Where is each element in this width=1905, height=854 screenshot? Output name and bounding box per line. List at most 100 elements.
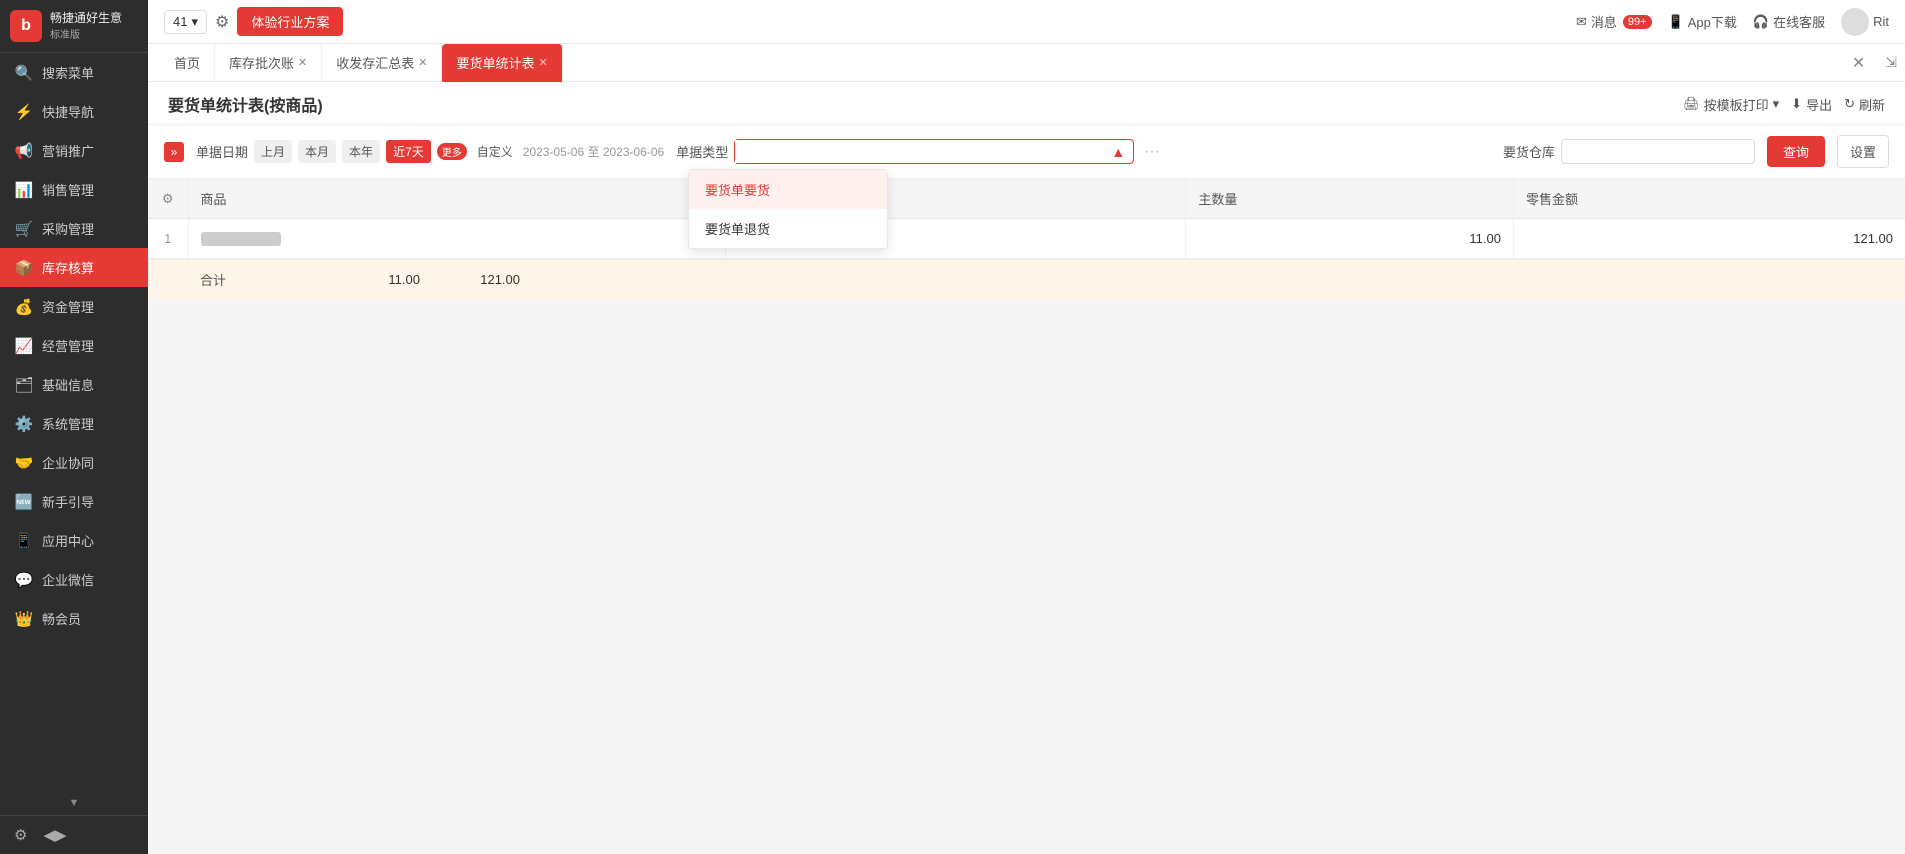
refresh-label: 刷新 [1859, 95, 1885, 114]
sidebar: b 畅捷通好生意 标准版 🔍 搜索菜单 ⚡ 快捷导航 📢 营销推广 📊 销售管理… [0, 0, 148, 854]
tabs-expand-icon[interactable]: ⇲ [1877, 54, 1905, 71]
online-service-btn[interactable]: 🎧 在线客服 [1753, 12, 1825, 31]
inventory-icon: 📦 [14, 259, 34, 277]
dropdown-item-yh-order[interactable]: 要货单要货 [689, 170, 887, 209]
sidebar-item-quick-nav[interactable]: ⚡ 快捷导航 [0, 92, 148, 131]
dropdown-item-yh-return[interactable]: 要货单退货 [689, 209, 887, 248]
main-area: 41 ▾ ⚙ 体验行业方案 ✉ 消息 99+ 📱 App下载 🎧 在线客服 R [148, 0, 1905, 854]
notification-badge: 99+ [1623, 15, 1652, 29]
sidebar-item-sales[interactable]: 📊 销售管理 [0, 170, 148, 209]
user-name: Rit [1873, 14, 1889, 29]
template-print-btn[interactable]: 🖨 按模板打印 ▾ [1683, 95, 1779, 114]
sidebar-item-search[interactable]: 🔍 搜索菜单 [0, 53, 148, 92]
notification-btn[interactable]: ✉ 消息 99+ [1576, 12, 1652, 31]
cell-seq: 1 [148, 219, 188, 259]
wechat-icon: 💬 [14, 571, 34, 589]
cell-product [188, 219, 725, 259]
logo-icon: b [10, 10, 42, 42]
refresh-btn[interactable]: ↻ 刷新 [1844, 95, 1885, 114]
tab-batch-label: 库存批次账 [229, 53, 294, 72]
type-filter-dots[interactable]: ··· [1140, 143, 1164, 161]
sidebar-settings-icon[interactable]: ⚙ [14, 826, 27, 844]
tab-receive[interactable]: 收发存汇总表 ✕ [322, 44, 442, 82]
basic-info-icon: 🗂 [14, 376, 34, 394]
sidebar-item-enterprise[interactable]: 🤝 企业协同 [0, 443, 148, 482]
sidebar-label-inventory: 库存核算 [42, 258, 94, 277]
type-select-input[interactable] [735, 140, 1103, 163]
tabs-bar: 首页 库存批次账 ✕ 收发存汇总表 ✕ 要货单统计表 ✕ ✕ ⇲ [148, 44, 1905, 82]
sidebar-item-system[interactable]: ⚙️ 系统管理 [0, 404, 148, 443]
tab-order-stat-close[interactable]: ✕ [539, 56, 548, 69]
sidebar-collapse-icon[interactable]: ◀▶ [43, 826, 66, 844]
sidebar-item-wechat[interactable]: 💬 企业微信 [0, 560, 148, 599]
content-area: 要货单统计表(按商品) 🖨 按模板打印 ▾ ⬇ 导出 ↻ 刷新 » [148, 82, 1905, 854]
sidebar-item-inventory[interactable]: 📦 库存核算 [0, 248, 148, 287]
date-btn-last-month[interactable]: 上月 [254, 140, 292, 163]
sidebar-scroll-down[interactable]: ▼ [0, 791, 148, 815]
logo: b 畅捷通好生意 标准版 [0, 0, 148, 53]
tab-receive-close[interactable]: ✕ [418, 56, 427, 69]
th-quantity: 主数量 [1186, 179, 1514, 219]
sidebar-item-finance[interactable]: 💰 资金管理 [0, 287, 148, 326]
tab-order-stat[interactable]: 要货单统计表 ✕ [442, 44, 562, 82]
search-icon: 🔍 [14, 64, 34, 82]
app-download-btn[interactable]: 📱 App下载 [1668, 12, 1737, 31]
sidebar-label-wechat: 企业微信 [42, 570, 94, 589]
date-custom-btn[interactable]: 自定义 [473, 141, 517, 162]
th-amount: 零售金额 [1513, 179, 1905, 219]
date-more-badge[interactable]: 更多 [437, 143, 467, 160]
tab-batch-close[interactable]: ✕ [298, 56, 307, 69]
topbar-left: 41 ▾ ⚙ 体验行业方案 [164, 7, 1564, 36]
cell-amount: 121.00 [1513, 219, 1905, 259]
sidebar-nav: 🔍 搜索菜单 ⚡ 快捷导航 📢 营销推广 📊 销售管理 🛒 采购管理 📦 库存核… [0, 53, 148, 791]
date-range-text: 2023-05-06 至 2023-06-06 [523, 143, 664, 160]
sidebar-item-app-center[interactable]: 📱 应用中心 [0, 521, 148, 560]
sidebar-item-operations[interactable]: 📈 经营管理 [0, 326, 148, 365]
template-print-icon: 🖨 [1683, 96, 1700, 112]
date-btn-7days[interactable]: 近7天 [386, 140, 431, 163]
refresh-icon: ↻ [1844, 96, 1855, 112]
template-print-label: 按模板打印 [1704, 95, 1769, 114]
table-settings-icon[interactable]: ⚙ [162, 191, 174, 206]
page-header: 要货单统计表(按商品) 🖨 按模板打印 ▾ ⬇ 导出 ↻ 刷新 [148, 82, 1905, 125]
store-selector[interactable]: 41 ▾ [164, 10, 207, 34]
sidebar-item-marketing[interactable]: 📢 营销推广 [0, 131, 148, 170]
sidebar-item-guide[interactable]: 🆕 新手引导 [0, 482, 148, 521]
store-name: 41 [173, 14, 187, 29]
tabs-close-all[interactable]: ✕ [1840, 53, 1877, 73]
date-filter-group: 单据日期 上月 本月 本年 近7天 更多 自定义 2023-05-06 至 20… [196, 140, 664, 163]
date-btn-this-year[interactable]: 本年 [342, 140, 380, 163]
quick-nav-icon: ⚡ [14, 103, 34, 121]
sidebar-label-basic-info: 基础信息 [42, 375, 94, 394]
sidebar-label-operations: 经营管理 [42, 336, 94, 355]
online-service-label: 在线客服 [1773, 12, 1825, 31]
product-name-blurred [201, 232, 281, 246]
warehouse-input[interactable] [1561, 139, 1755, 164]
sidebar-label-app-center: 应用中心 [42, 531, 94, 550]
export-icon: ⬇ [1791, 96, 1802, 112]
tab-order-stat-label: 要货单统计表 [456, 53, 534, 72]
sidebar-item-basic-info[interactable]: 🗂 基础信息 [0, 365, 148, 404]
warehouse-label: 要货仓库 [1503, 142, 1555, 161]
sidebar-item-member[interactable]: 👑 畅会员 [0, 599, 148, 638]
topbar-right: ✉ 消息 99+ 📱 App下载 🎧 在线客服 Rit [1576, 8, 1889, 36]
promo-button[interactable]: 体验行业方案 [237, 7, 343, 36]
tab-batch[interactable]: 库存批次账 ✕ [215, 44, 322, 82]
export-btn[interactable]: ⬇ 导出 [1791, 95, 1832, 114]
th-settings[interactable]: ⚙ [148, 179, 188, 219]
settings-button[interactable]: 设置 [1837, 135, 1889, 168]
filter-bar: » 单据日期 上月 本月 本年 近7天 更多 自定义 2023-05-06 至 … [148, 125, 1905, 179]
footer-sum-label: 合计 [200, 270, 320, 289]
sidebar-label-quick-nav: 快捷导航 [42, 102, 94, 121]
warehouse-filter-group: 要货仓库 [1503, 139, 1755, 164]
filter-expand-btn[interactable]: » [164, 142, 184, 162]
notification-icon: ✉ [1576, 14, 1587, 30]
type-select-arrow[interactable]: ▲ [1103, 144, 1133, 160]
tab-home[interactable]: 首页 [160, 44, 215, 82]
user-profile[interactable]: Rit [1841, 8, 1889, 36]
query-button[interactable]: 查询 [1767, 136, 1825, 167]
date-btn-this-month[interactable]: 本月 [298, 140, 336, 163]
type-select-wrap: ▲ [734, 139, 1134, 164]
topbar-gear-icon[interactable]: ⚙ [215, 12, 229, 32]
sidebar-item-purchase[interactable]: 🛒 采购管理 [0, 209, 148, 248]
